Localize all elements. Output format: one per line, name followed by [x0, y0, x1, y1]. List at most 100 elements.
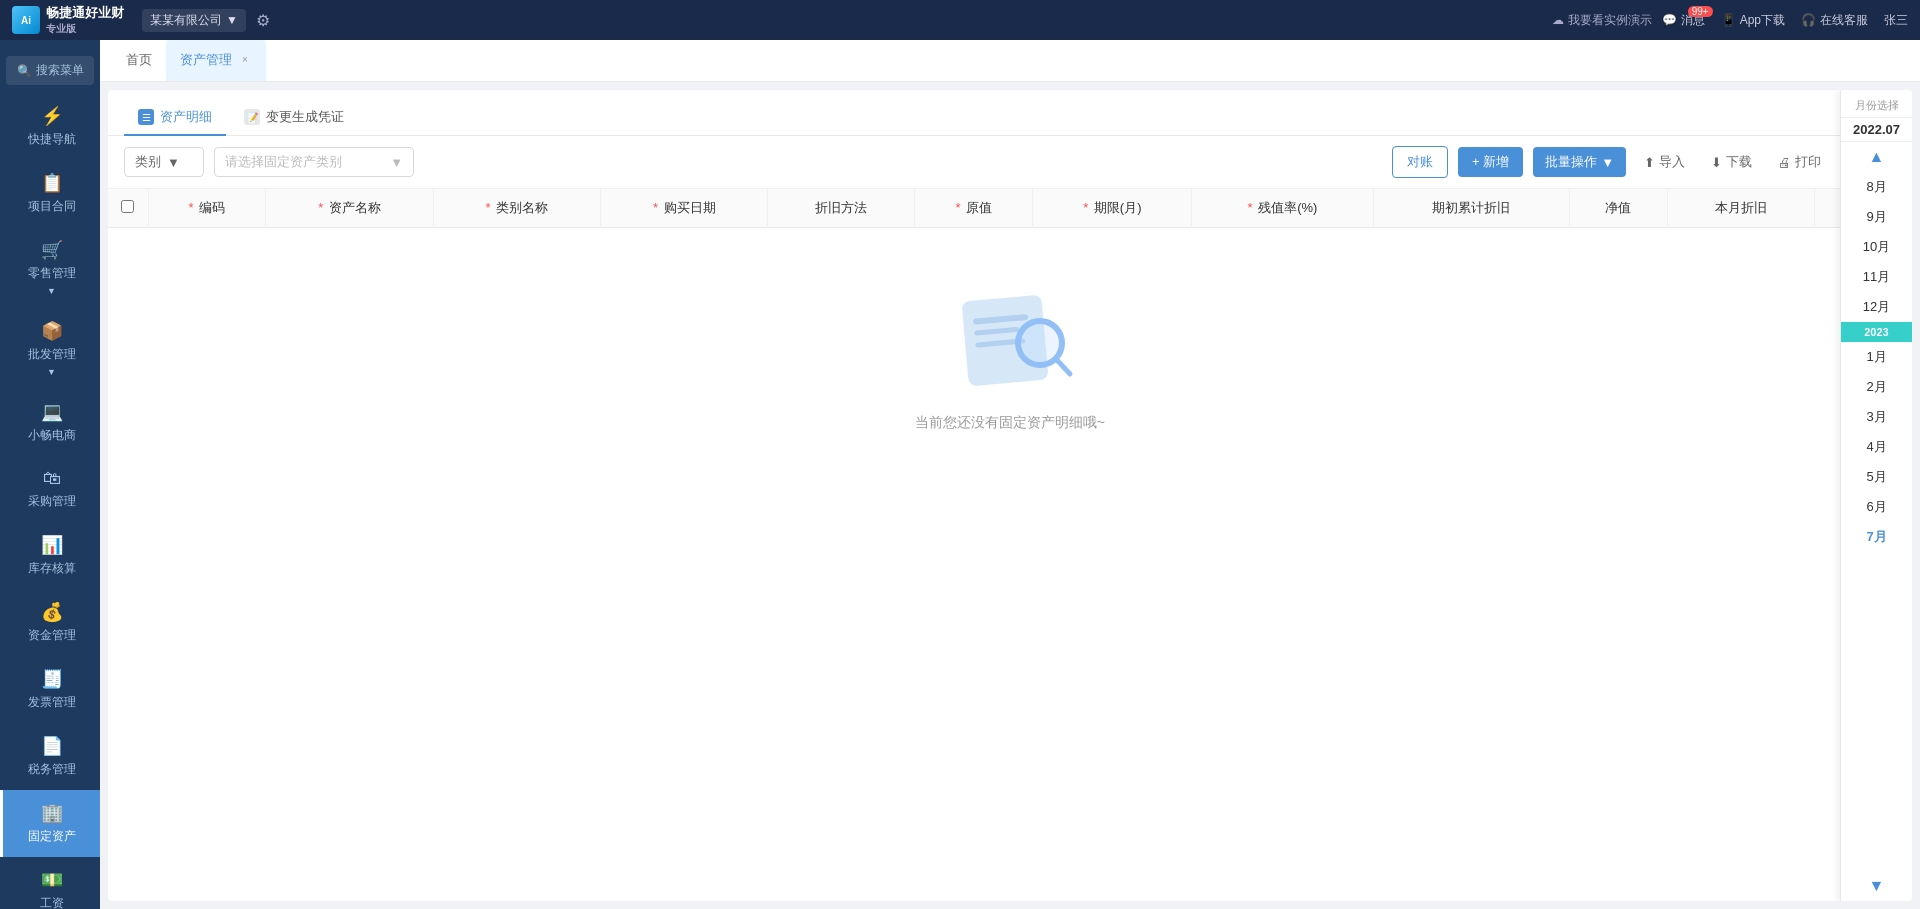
month-item-sep-2022[interactable]: 9月	[1841, 202, 1912, 232]
sub-tab-detail[interactable]: ☰ 资产明细	[124, 100, 226, 136]
col-category: * 类别名称	[433, 189, 600, 228]
app-brand: Ai 畅捷通好业财 专业版	[12, 4, 124, 36]
salary-icon: 💵	[41, 869, 63, 891]
tab-close-button[interactable]: ×	[238, 53, 252, 67]
voucher-tab-icon: 📝	[244, 109, 260, 125]
sidebar-item-finance[interactable]: 💰 资金管理	[0, 589, 100, 656]
month-nav-bottom: ▼	[1841, 871, 1912, 901]
page-content: ☰ 资产明细 📝 变更生成凭证 类别 ▼ 请选择固定资产类别 ▼	[108, 90, 1912, 901]
detail-tab-icon: ☰	[138, 109, 154, 125]
print-button[interactable]: 🖨 打印	[1770, 147, 1829, 177]
sidebar-item-project[interactable]: 📋 项目合同	[0, 160, 100, 227]
tab-assets[interactable]: 资产管理 ×	[166, 40, 266, 81]
finance-icon: 💰	[41, 601, 63, 623]
month-item-jun-2023[interactable]: 6月	[1841, 492, 1912, 522]
current-month-display: 2022.07	[1841, 118, 1912, 142]
empty-illustration	[940, 288, 1080, 398]
month-item-oct-2022[interactable]: 10月	[1841, 232, 1912, 262]
content-area: 首页 资产管理 × ☰ 资产明细 📝 变更生成凭证	[100, 40, 1920, 909]
download-button[interactable]: ⬇ 下载	[1703, 147, 1760, 177]
sidebar-item-inventory[interactable]: 📊 库存核算	[0, 522, 100, 589]
add-button[interactable]: + 新增	[1458, 147, 1523, 177]
category-selector[interactable]: 请选择固定资产类别 ▼	[214, 147, 414, 177]
month-item-apr-2023[interactable]: 4月	[1841, 432, 1912, 462]
select-all-checkbox[interactable]	[121, 200, 134, 213]
empty-text: 当前您还没有固定资产明细哦~	[915, 414, 1105, 432]
month-item-jan-2023[interactable]: 1月	[1841, 342, 1912, 372]
sidebar-item-retail[interactable]: 🛒 零售管理 ▼	[0, 227, 100, 308]
settings-icon[interactable]: ⚙	[256, 11, 270, 30]
svg-line-5	[1056, 359, 1070, 374]
top-bar: Ai 畅捷通好业财 专业版 某某有限公司 ▼ ⚙ ☁ 我要看实例演示 💬 消息 …	[0, 0, 1920, 40]
user-profile[interactable]: 张三	[1884, 12, 1908, 29]
month-item-feb-2023[interactable]: 2月	[1841, 372, 1912, 402]
col-name: * 资产名称	[266, 189, 433, 228]
month-item-nov-2022[interactable]: 11月	[1841, 262, 1912, 292]
download-icon: ⬇	[1711, 155, 1722, 170]
month-nav: ▲	[1841, 142, 1912, 172]
batch-button[interactable]: 批量操作 ▼	[1533, 147, 1626, 177]
col-period: * 期限(月)	[1033, 189, 1192, 228]
checkbox-header	[108, 189, 148, 228]
month-item-aug-2022[interactable]: 8月	[1841, 172, 1912, 202]
col-accumulated-depreciation: 期初累计折旧	[1373, 189, 1570, 228]
month-panel-title: 月份选择	[1841, 90, 1912, 118]
demo-link[interactable]: ☁ 我要看实例演示	[1552, 12, 1652, 29]
sidebar-item-tax[interactable]: 📄 税务管理	[0, 723, 100, 790]
month-item-may-2023[interactable]: 5月	[1841, 462, 1912, 492]
purchase-icon: 🛍	[43, 468, 61, 489]
col-purchase-date: * 购买日期	[601, 189, 768, 228]
col-net-value: 净值	[1570, 189, 1667, 228]
empty-svg	[940, 288, 1080, 398]
message-badge: 99+	[1688, 6, 1713, 17]
search-icon: 🔍	[17, 64, 32, 78]
sub-tab-voucher[interactable]: 📝 变更生成凭证	[230, 100, 358, 136]
col-code: * 编码	[148, 189, 266, 228]
import-button[interactable]: ⬆ 导入	[1636, 147, 1693, 177]
sub-tabs: ☰ 资产明细 📝 变更生成凭证	[108, 90, 1912, 136]
dropdown-icon: ▼	[226, 13, 238, 27]
tab-bar: 首页 资产管理 ×	[100, 40, 1920, 82]
top-actions: 💬 消息 99+ 📱 App下载 🎧 在线客服 张三	[1662, 12, 1908, 29]
month-item-mar-2023[interactable]: 3月	[1841, 402, 1912, 432]
company-selector[interactable]: 某某有限公司 ▼	[142, 9, 246, 32]
sidebar-item-salary[interactable]: 💵 工资	[0, 857, 100, 909]
empty-state-row: 当前您还没有固定资产明细哦~	[108, 228, 1912, 493]
month-list: 8月 9月 10月 11月 12月 2023 1月 2月 3月 4月 5月 6月…	[1841, 172, 1912, 871]
app-name: 畅捷通好业财	[46, 4, 124, 22]
month-panel: 月份选择 2022.07 ▲ 8月 9月 10月 11月 12月 2023 1月…	[1840, 90, 1912, 901]
app-edition: 专业版	[46, 22, 124, 36]
tab-home[interactable]: 首页	[112, 40, 166, 81]
cloud-icon: ☁	[1552, 13, 1564, 27]
reconcile-button[interactable]: 对账	[1392, 146, 1448, 178]
sidebar-item-assets[interactable]: 🏢 固定资产	[0, 790, 100, 857]
batch-chevron-icon: ▼	[1601, 155, 1614, 170]
app-download-button[interactable]: 📱 App下载	[1721, 12, 1785, 29]
month-down-button[interactable]: ▼	[1867, 875, 1887, 897]
user-name: 张三	[1884, 12, 1908, 29]
sidebar-item-invoice[interactable]: 🧾 发票管理	[0, 656, 100, 723]
sidebar-item-nav[interactable]: ⚡ 快捷导航	[0, 93, 100, 160]
sidebar-item-ecommerce[interactable]: 💻 小畅电商	[0, 389, 100, 456]
toolbar: 类别 ▼ 请选择固定资产类别 ▼ 对账 + 新增 批量操作 ▼	[108, 136, 1912, 189]
chevron-down-icon2: ▼	[47, 367, 56, 377]
month-up-button[interactable]: ▲	[1867, 146, 1887, 168]
message-button[interactable]: 💬 消息 99+	[1662, 12, 1705, 29]
online-service-button[interactable]: 🎧 在线客服	[1801, 12, 1868, 29]
month-item-dec-2022[interactable]: 12月	[1841, 292, 1912, 322]
sidebar-item-wholesale[interactable]: 📦 批发管理 ▼	[0, 308, 100, 389]
month-item-jul-2023[interactable]: 7月	[1841, 522, 1912, 552]
empty-state-cell: 当前您还没有固定资产明细哦~	[108, 228, 1912, 493]
main-layout: 🔍 搜索菜单 ⚡ 快捷导航 📋 项目合同 🛒 零售管理 ▼ 📦 批发管理 ▼ 💻…	[0, 40, 1920, 909]
sidebar-item-purchase[interactable]: 🛍 采购管理	[0, 456, 100, 522]
filter-chevron-icon: ▼	[167, 155, 180, 170]
project-icon: 📋	[41, 172, 63, 194]
chevron-down-icon: ▼	[47, 286, 56, 296]
col-residual-rate: * 残值率(%)	[1192, 189, 1373, 228]
import-icon: ⬆	[1644, 155, 1655, 170]
col-original-value: * 原值	[915, 189, 1033, 228]
company-name: 某某有限公司	[150, 12, 222, 29]
category-filter[interactable]: 类别 ▼	[124, 147, 204, 177]
search-menu-button[interactable]: 🔍 搜索菜单	[6, 56, 94, 85]
assets-table: * 编码 * 资产名称 * 类别名称	[108, 189, 1912, 492]
